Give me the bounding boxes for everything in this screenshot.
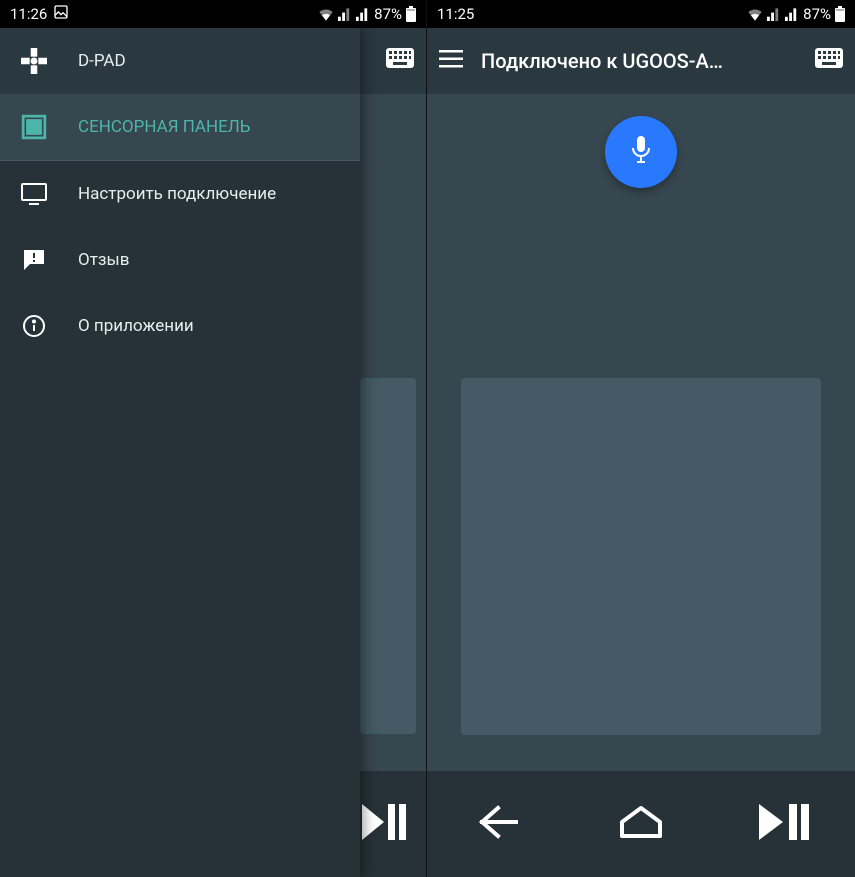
drawer-item-label: О приложении (78, 316, 194, 336)
battery-text: 87% (374, 5, 402, 23)
microphone-icon (629, 135, 653, 169)
drawer-item-feedback[interactable]: Отзыв (0, 227, 360, 293)
dpad-icon (20, 48, 48, 74)
play-pause-icon[interactable] (362, 804, 406, 844)
drawer-item-configure[interactable]: Настроить подключение (0, 161, 360, 227)
drawer-item-dpad[interactable]: D-PAD (0, 28, 360, 94)
monitor-icon (20, 183, 48, 205)
nav-bar (427, 771, 855, 877)
touchpad-peek[interactable] (360, 378, 416, 734)
remote-body (427, 94, 855, 771)
wifi-icon (747, 7, 763, 21)
signal-icon-2 (356, 7, 370, 21)
wifi-icon (318, 7, 334, 21)
navbar-peek (360, 771, 426, 877)
play-pause-icon (759, 804, 809, 844)
play-pause-button[interactable] (744, 804, 824, 844)
keyboard-icon[interactable] (815, 48, 843, 74)
navigation-drawer: D-PAD СЕНСОРНАЯ ПАНЕЛЬ Настроить подключ… (0, 28, 360, 877)
back-button[interactable] (458, 804, 538, 844)
keyboard-icon[interactable] (386, 48, 414, 74)
status-bar: 11:26 87% (0, 0, 426, 28)
battery-icon (406, 6, 416, 22)
drawer-item-label: СЕНСОРНАЯ ПАНЕЛЬ (78, 117, 250, 137)
drawer-item-label: D-PAD (78, 51, 126, 71)
phone-right: 11:25 87% Подключено к UGOOS-A… (427, 0, 855, 877)
touchpad-area[interactable] (461, 378, 821, 735)
menu-icon[interactable] (439, 49, 463, 73)
drawer-item-label: Настроить подключение (78, 184, 276, 204)
touchpad-icon (20, 114, 48, 140)
signal-icon (767, 7, 781, 21)
drawer-item-label: Отзыв (78, 250, 129, 270)
back-icon (478, 804, 518, 844)
signal-icon-2 (785, 7, 799, 21)
appbar-peek (360, 28, 426, 94)
battery-text: 87% (803, 5, 831, 23)
image-icon (53, 4, 69, 24)
info-icon (20, 314, 48, 338)
battery-icon (835, 6, 845, 22)
phone-left: 11:26 87% D-PAD (0, 0, 427, 877)
voice-button[interactable] (605, 116, 677, 188)
app-bar: Подключено к UGOOS-A… (427, 28, 855, 94)
drawer-item-about[interactable]: О приложении (0, 293, 360, 359)
home-button[interactable] (601, 804, 681, 844)
appbar-title: Подключено к UGOOS-A… (481, 49, 797, 73)
home-icon (618, 804, 664, 844)
feedback-icon (20, 248, 48, 272)
drawer-item-touchpad[interactable]: СЕНСОРНАЯ ПАНЕЛЬ (0, 94, 360, 160)
status-time: 11:25 (437, 5, 474, 23)
signal-icon (338, 7, 352, 21)
status-bar: 11:25 87% (427, 0, 855, 28)
status-time: 11:26 (10, 5, 47, 23)
